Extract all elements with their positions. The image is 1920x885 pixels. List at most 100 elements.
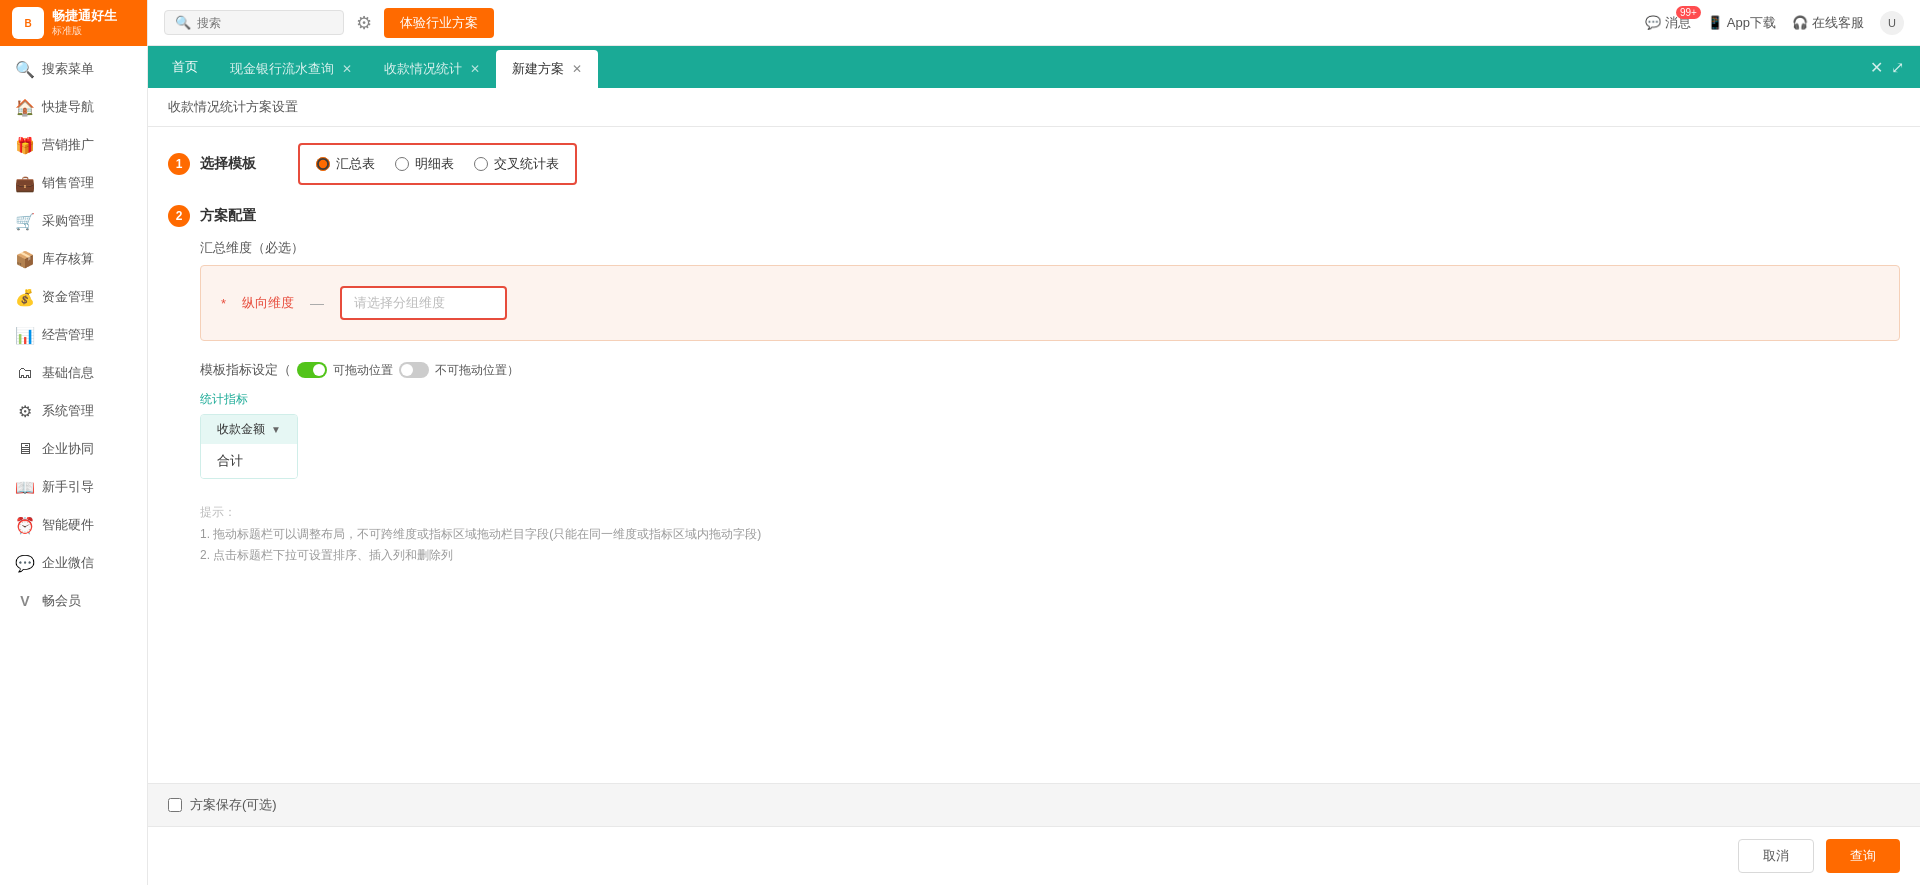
radio-summary-input[interactable] [316, 157, 330, 171]
quick-nav-icon: 🏠 [16, 98, 34, 116]
sidebar-item-member[interactable]: V 畅会员 [0, 582, 147, 620]
template-select-box: 汇总表 明细表 交叉统计表 [298, 143, 577, 185]
radio-summary-label: 汇总表 [336, 155, 375, 173]
basic-icon: 🗂 [16, 364, 34, 382]
radio-group-template: 汇总表 明细表 交叉统计表 [316, 155, 559, 173]
main-area: 🔍 ⚙ 体验行业方案 💬 消息 99+ 📱 App下载 🎧 在线客服 U [148, 0, 1920, 885]
tab-close-receipt[interactable]: ✕ [470, 62, 480, 76]
gear-icon[interactable]: ⚙ [356, 12, 372, 34]
sidebar-item-guide[interactable]: 📖 新手引导 [0, 468, 147, 506]
sidebar-item-label: 经营管理 [42, 326, 94, 344]
sidebar-item-corp[interactable]: 🖥 企业协同 [0, 430, 147, 468]
sidebar-item-label: 企业协同 [42, 440, 94, 458]
step1-header: 1 选择模板 汇总表 明细表 [168, 143, 1900, 185]
sidebar-item-marketing[interactable]: 🎁 营销推广 [0, 126, 147, 164]
radio-detail-input[interactable] [395, 157, 409, 171]
tab-new-plan[interactable]: 新建方案 ✕ [496, 50, 598, 88]
header-right: 💬 消息 99+ 📱 App下载 🎧 在线客服 U [1645, 11, 1904, 35]
message-button[interactable]: 💬 消息 99+ [1645, 14, 1691, 32]
step2-header: 2 方案配置 [168, 205, 1900, 227]
tab-close-bank[interactable]: ✕ [342, 62, 352, 76]
sidebar-item-label: 畅会员 [42, 592, 81, 610]
search-input[interactable] [197, 16, 317, 30]
tips-line1: 1. 拖动标题栏可以调整布局，不可跨维度或指标区域拖动栏目字段(只能在同一维度或… [200, 524, 1900, 546]
radio-detail[interactable]: 明细表 [395, 155, 454, 173]
toggle-draggable[interactable] [297, 362, 327, 378]
industry-button[interactable]: 体验行业方案 [384, 8, 494, 38]
save-checkbox[interactable] [168, 798, 182, 812]
radio-cross[interactable]: 交叉统计表 [474, 155, 559, 173]
content-area: 收款情况统计方案设置 1 选择模板 汇总表 [148, 88, 1920, 826]
sidebar-item-inventory[interactable]: 📦 库存核算 [0, 240, 147, 278]
tab-label: 收款情况统计 [384, 60, 462, 78]
finance-icon: 💰 [16, 288, 34, 306]
guide-icon: 📖 [16, 478, 34, 496]
sidebar-item-operation[interactable]: 📊 经营管理 [0, 316, 147, 354]
sidebar-item-label: 基础信息 [42, 364, 94, 382]
user-avatar[interactable]: U [1880, 11, 1904, 35]
purchase-icon: 🛒 [16, 212, 34, 230]
sidebar-item-sales[interactable]: 💼 销售管理 [0, 164, 147, 202]
logo-text: 畅捷通好生 标准版 [52, 8, 117, 38]
sidebar-item-hardware[interactable]: ⏰ 智能硬件 [0, 506, 147, 544]
sidebar-item-basic[interactable]: 🗂 基础信息 [0, 354, 147, 392]
save-label: 方案保存(可选) [190, 796, 277, 814]
sidebar-item-label: 采购管理 [42, 212, 94, 230]
tab-close-new-plan[interactable]: ✕ [572, 62, 582, 76]
close-window-icon[interactable]: ✕ [1870, 58, 1883, 77]
radio-cross-label: 交叉统计表 [494, 155, 559, 173]
maximize-icon[interactable]: ⤢ [1891, 58, 1904, 77]
search-icon: 🔍 [175, 15, 191, 30]
tab-bank-flow[interactable]: 现金银行流水查询 ✕ [214, 50, 368, 88]
config-body: 汇总维度（必选） * 纵向维度 — 请选择分组维度 [200, 239, 1900, 567]
app-download-button[interactable]: 📱 App下载 [1707, 14, 1776, 32]
query-button[interactable]: 查询 [1826, 839, 1900, 873]
toggle-draggable-label: 可拖动位置 [333, 362, 393, 379]
vertical-dimension-label: 纵向维度 [242, 294, 294, 312]
badge-count: 99+ [1676, 6, 1701, 19]
radio-summary[interactable]: 汇总表 [316, 155, 375, 173]
radio-cross-input[interactable] [474, 157, 488, 171]
marketing-icon: 🎁 [16, 136, 34, 154]
sales-icon: 💼 [16, 174, 34, 192]
dimension-select[interactable]: 请选择分组维度 [340, 286, 507, 320]
tab-bar-end: ✕ ⤢ [1870, 46, 1912, 88]
service-icon: 🎧 [1792, 15, 1808, 30]
hardware-icon: ⏰ [16, 516, 34, 534]
metrics-table: 收款金额 ▼ 合计 [200, 414, 298, 479]
sidebar-item-label: 搜索菜单 [42, 60, 94, 78]
step2-number: 2 [168, 205, 190, 227]
arrow-icon: — [310, 295, 324, 311]
toggle-non-draggable[interactable] [399, 362, 429, 378]
step2-title: 方案配置 [200, 207, 256, 225]
top-header: 🔍 ⚙ 体验行业方案 💬 消息 99+ 📱 App下载 🎧 在线客服 U [148, 0, 1920, 46]
tab-receipt-stat[interactable]: 收款情况统计 ✕ [368, 50, 496, 88]
tab-label: 新建方案 [512, 60, 564, 78]
metrics-sub-label: 合计 [217, 452, 243, 470]
corp-icon: 🖥 [16, 440, 34, 458]
step1-section: 1 选择模板 汇总表 明细表 [168, 143, 1900, 185]
sidebar: B 畅捷通好生 标准版 🔍 搜索菜单 🏠 快捷导航 🎁 营销推广 💼 销售管理 … [0, 0, 148, 885]
dimension-row: * 纵向维度 — 请选择分组维度 [221, 286, 1879, 320]
dropdown-icon[interactable]: ▼ [271, 424, 281, 435]
tab-home[interactable]: 首页 [156, 46, 214, 88]
wechat-icon: 💬 [16, 554, 34, 572]
sidebar-item-wechat[interactable]: 💬 企业微信 [0, 544, 147, 582]
radio-detail-label: 明细表 [415, 155, 454, 173]
sidebar-item-purchase[interactable]: 🛒 采购管理 [0, 202, 147, 240]
member-icon: V [16, 592, 34, 610]
sidebar-item-finance[interactable]: 💰 资金管理 [0, 278, 147, 316]
sidebar-item-quick-nav[interactable]: 🏠 快捷导航 [0, 88, 147, 126]
metrics-table-header-row[interactable]: 收款金额 ▼ [201, 415, 297, 444]
step1-title: 选择模板 [200, 155, 256, 173]
sidebar-item-label: 资金管理 [42, 288, 94, 306]
header-search[interactable]: 🔍 [164, 10, 344, 35]
sidebar-item-search-menu[interactable]: 🔍 搜索菜单 [0, 50, 147, 88]
sidebar-item-label: 快捷导航 [42, 98, 94, 116]
sidebar-item-system[interactable]: ⚙ 系统管理 [0, 392, 147, 430]
page-body: 1 选择模板 汇总表 明细表 [148, 127, 1920, 783]
metrics-table-cell-total: 合计 [201, 444, 297, 478]
service-button[interactable]: 🎧 在线客服 [1792, 14, 1864, 32]
cancel-button[interactable]: 取消 [1738, 839, 1814, 873]
sidebar-item-label: 系统管理 [42, 402, 94, 420]
